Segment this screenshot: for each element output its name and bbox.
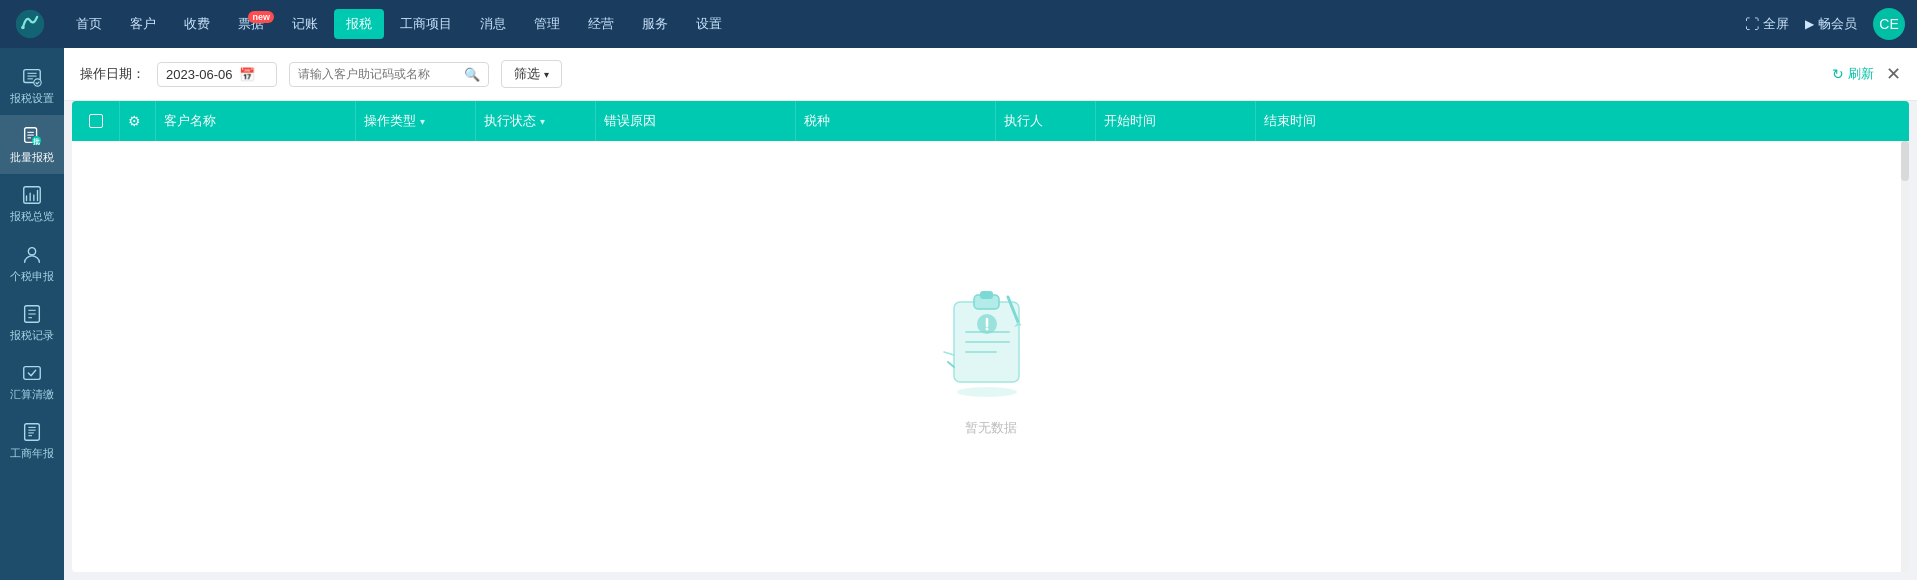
scrollbar-track[interactable]	[1901, 141, 1909, 572]
th-executor: 执行人	[996, 101, 1096, 141]
fullscreen-button[interactable]: ⛶ 全屏	[1745, 15, 1789, 33]
th-customer: 客户名称	[156, 101, 356, 141]
nav-message[interactable]: 消息	[468, 9, 518, 39]
new-badge: new	[248, 11, 274, 23]
search-box[interactable]: 🔍	[289, 62, 489, 87]
nav-right: ⛶ 全屏 ▶ 畅会员 CE	[1745, 8, 1905, 40]
empty-text: 暂无数据	[965, 419, 1017, 437]
search-input[interactable]	[298, 67, 458, 81]
svg-point-0	[16, 10, 44, 38]
th-tax-type: 税种	[796, 101, 996, 141]
th-gear[interactable]: ⚙	[120, 101, 156, 141]
filter-label: 筛选	[514, 65, 540, 83]
sidebar-item-tax-settings[interactable]: 报税设置	[0, 56, 64, 115]
refresh-label: 刷新	[1848, 65, 1874, 83]
batch-tax-icon: 批	[21, 125, 43, 147]
filter-op-type-icon[interactable]: ▾	[420, 116, 425, 127]
nav-customer[interactable]: 客户	[118, 9, 168, 39]
nav-settings[interactable]: 设置	[684, 9, 734, 39]
svg-rect-20	[25, 424, 40, 441]
chevron-down-icon: ▾	[544, 69, 549, 80]
th-checkbox[interactable]	[72, 101, 120, 141]
tax-settings-icon	[21, 66, 43, 88]
sidebar-tax-record-label: 报税记录	[10, 329, 54, 342]
th-error-reason: 错误原因	[596, 101, 796, 141]
filter-exec-status-icon[interactable]: ▾	[540, 116, 545, 127]
th-start-time: 开始时间	[1096, 101, 1256, 141]
sidebar-item-annual-report[interactable]: 工商年报	[0, 411, 64, 470]
toolbar-right: ↻ 刷新 ✕	[1832, 65, 1901, 83]
scrollbar-thumb[interactable]	[1901, 141, 1909, 181]
nav-billing[interactable]: 收费	[172, 9, 222, 39]
nav-bookkeeping[interactable]: 记账	[280, 9, 330, 39]
empty-state: 暂无数据	[936, 277, 1046, 437]
sidebar-item-batch-tax[interactable]: 批 批量报税	[0, 115, 64, 174]
nav-home[interactable]: 首页	[64, 9, 114, 39]
refresh-button[interactable]: ↻ 刷新	[1832, 65, 1874, 83]
svg-line-38	[944, 352, 954, 355]
search-icon: 🔍	[464, 67, 480, 82]
sidebar-tax-settings-label: 报税设置	[10, 92, 54, 105]
close-icon: ✕	[1886, 64, 1901, 84]
table-container: ⚙ 客户名称 操作类型 ▾ 执行状态 ▾ 错误原因 税种	[72, 101, 1909, 572]
date-value: 2023-06-06	[166, 67, 233, 82]
th-end-time: 结束时间	[1256, 101, 1416, 141]
svg-rect-19	[24, 367, 41, 380]
top-navigation: 首页 客户 收费 票据 new 记账 报税 工商项目 消息 管理 经营 服务 设…	[0, 0, 1917, 48]
sidebar: 报税设置 批 批量报税 报税总览	[0, 48, 64, 580]
table-header: ⚙ 客户名称 操作类型 ▾ 执行状态 ▾ 错误原因 税种	[72, 101, 1909, 141]
content-area: 操作日期： 2023-06-06 📅 🔍 筛选 ▾ ↻ 刷新 ✕	[64, 48, 1917, 580]
toolbar: 操作日期： 2023-06-06 📅 🔍 筛选 ▾ ↻ 刷新 ✕	[64, 48, 1917, 101]
member-button[interactable]: ▶ 畅会员	[1805, 15, 1857, 33]
main-layout: 报税设置 批 批量报税 报税总览	[0, 48, 1917, 580]
tax-record-icon	[21, 303, 43, 325]
th-exec-status[interactable]: 执行状态 ▾	[476, 101, 596, 141]
svg-point-1	[21, 26, 25, 30]
sidebar-annual-report-label: 工商年报	[10, 447, 54, 460]
sidebar-item-tax-record[interactable]: 报税记录	[0, 293, 64, 352]
nav-business[interactable]: 工商项目	[388, 9, 464, 39]
calendar-icon: 📅	[239, 67, 255, 82]
tax-summary-icon	[21, 184, 43, 206]
sidebar-item-reconcile[interactable]: 汇算清缴	[0, 352, 64, 411]
nav-invoice[interactable]: 票据 new	[226, 9, 276, 39]
svg-point-33	[985, 327, 988, 330]
svg-point-36	[957, 387, 1017, 397]
svg-text:批: 批	[32, 137, 40, 146]
empty-illustration	[936, 277, 1046, 407]
sidebar-item-personal-tax[interactable]: 个税申报	[0, 234, 64, 293]
avatar[interactable]: CE	[1873, 8, 1905, 40]
nav-manage[interactable]: 管理	[522, 9, 572, 39]
date-picker[interactable]: 2023-06-06 📅	[157, 62, 277, 87]
nav-tax[interactable]: 报税	[334, 9, 384, 39]
personal-tax-icon	[21, 244, 43, 266]
svg-point-14	[28, 247, 35, 254]
th-op-type[interactable]: 操作类型 ▾	[356, 101, 476, 141]
app-logo	[12, 6, 48, 42]
gear-icon[interactable]: ⚙	[128, 113, 141, 129]
close-button[interactable]: ✕	[1886, 65, 1901, 83]
svg-point-6	[34, 79, 41, 86]
date-label: 操作日期：	[80, 65, 145, 83]
sidebar-item-tax-summary[interactable]: 报税总览	[0, 174, 64, 233]
header-checkbox[interactable]	[89, 114, 103, 128]
annual-report-icon	[21, 421, 43, 443]
reconcile-icon	[21, 362, 43, 384]
sidebar-tax-summary-label: 报税总览	[10, 210, 54, 223]
nav-items: 首页 客户 收费 票据 new 记账 报税 工商项目 消息 管理 经营 服务 设…	[64, 9, 1745, 39]
sidebar-personal-tax-label: 个税申报	[10, 270, 54, 283]
nav-service[interactable]: 服务	[630, 9, 680, 39]
filter-button[interactable]: 筛选 ▾	[501, 60, 562, 88]
table-body: 暂无数据	[72, 141, 1909, 572]
sidebar-batch-tax-label: 批量报税	[10, 151, 54, 164]
svg-rect-27	[980, 291, 993, 299]
svg-line-37	[948, 362, 954, 367]
nav-finance[interactable]: 经营	[576, 9, 626, 39]
sidebar-reconcile-label: 汇算清缴	[10, 388, 54, 401]
refresh-icon: ↻	[1832, 66, 1844, 82]
